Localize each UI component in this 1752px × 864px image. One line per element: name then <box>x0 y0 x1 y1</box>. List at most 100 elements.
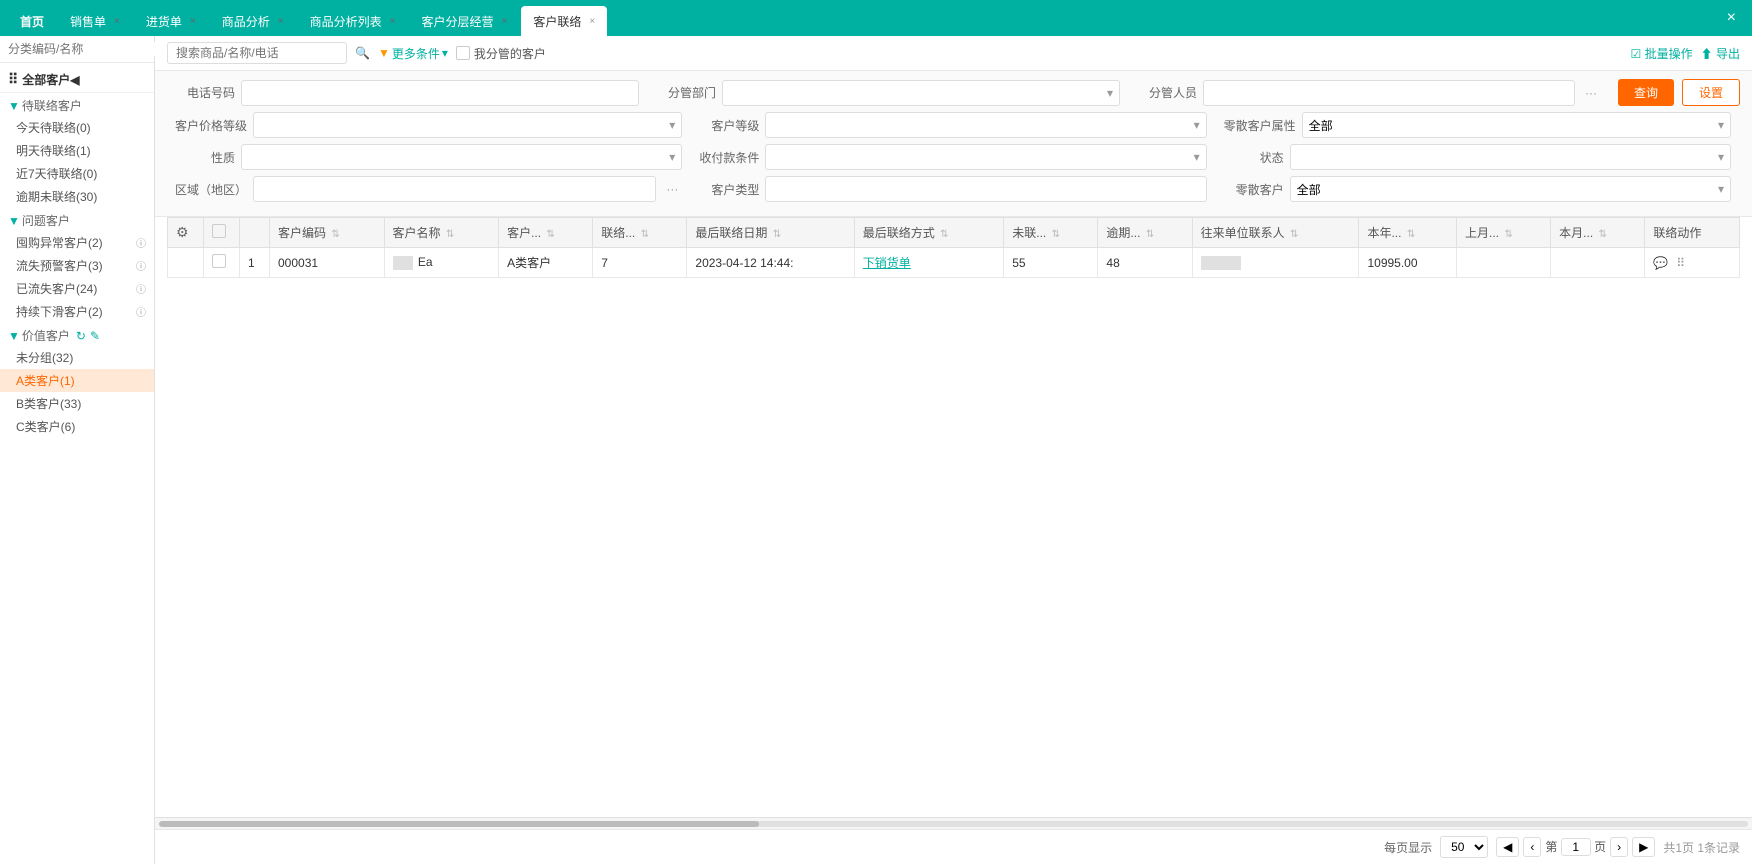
td-customer-type: A类客户 <box>499 248 593 278</box>
th-last-contact-date[interactable]: 最后联络日期 ⇅ <box>687 218 854 248</box>
th-customer-name[interactable]: 客户名称 ⇅ <box>384 218 499 248</box>
search-input[interactable] <box>167 42 347 64</box>
th-settings[interactable]: ⚙ <box>168 218 204 248</box>
filter-row-2: 客户价格等级 ▾ 客户等级 ▾ 零散客户属性 全部 <box>167 112 1740 138</box>
area-input[interactable] <box>253 176 656 202</box>
nav-sales-order[interactable]: 销售单 × <box>58 6 132 36</box>
sidebar-item-tomorrow-pending[interactable]: 明天待联络(1) <box>0 139 154 162</box>
area-dots-button[interactable]: ··· <box>662 182 682 196</box>
th-unit-contact[interactable]: 往来单位联系人 ⇅ <box>1192 218 1359 248</box>
sidebar-item-declining-customers[interactable]: 持续下滑客户(2) ⓘ <box>0 300 154 323</box>
export-button[interactable]: ⬆ 导出 <box>1701 45 1740 62</box>
status-select[interactable]: ▾ <box>1290 144 1731 170</box>
td-name: Ea <box>384 248 499 278</box>
close-sales-order[interactable]: × <box>114 16 120 27</box>
th-customer-type[interactable]: 客户... ⇅ <box>499 218 593 248</box>
phone-input[interactable] <box>241 80 639 106</box>
price-level-select[interactable]: ▾ <box>253 112 682 138</box>
sidebar-all-customers[interactable]: ⠿ 全部客户 ◀ <box>0 67 154 93</box>
prev-page-button[interactable]: ‹ <box>1523 837 1541 857</box>
td-last-contact-method[interactable]: 下销货单 <box>854 248 1003 278</box>
dept-select[interactable]: ▾ <box>722 80 1120 106</box>
refresh-icon[interactable]: ↻ <box>76 329 86 343</box>
manager-input[interactable] <box>1203 80 1575 106</box>
th-this-year[interactable]: 本年... ⇅ <box>1359 218 1457 248</box>
window-close-button[interactable]: × <box>1719 5 1744 31</box>
filter-area: 区域（地区） ··· <box>167 176 691 202</box>
grid-icon[interactable]: ⠿ <box>1676 256 1685 270</box>
search-button[interactable]: 🔍 <box>355 46 370 60</box>
nav-product-analysis-list[interactable]: 商品分析列表 × <box>298 6 408 36</box>
customer-level-select[interactable]: ▾ <box>765 112 1206 138</box>
main-layout: 🔍 ⠿ 全部客户 ◀ ▼ 待联络客户 今天待联络(0) 明天待联络(1) 近7天… <box>0 36 1752 864</box>
td-this-month <box>1551 248 1645 278</box>
payment-select[interactable]: ▾ <box>765 144 1206 170</box>
close-product-analysis[interactable]: × <box>278 16 284 27</box>
table-wrapper: ⚙ 客户编码 ⇅ 客户名称 ⇅ <box>155 217 1752 817</box>
sidebar-item-loss-warning[interactable]: 流失预警客户(3) ⓘ <box>0 254 154 277</box>
info-icon-3: ⓘ <box>136 304 146 319</box>
td-last-month <box>1457 248 1551 278</box>
customer-table: ⚙ 客户编码 ⇅ 客户名称 ⇅ <box>167 217 1740 278</box>
horizontal-scrollbar[interactable] <box>155 817 1752 829</box>
close-product-analysis-list[interactable]: × <box>390 16 396 27</box>
close-customer-segment[interactable]: × <box>501 16 507 27</box>
nav-home[interactable]: 首页 <box>8 6 56 36</box>
th-no-contact[interactable]: 未联... ⇅ <box>1004 218 1098 248</box>
my-customers-check[interactable] <box>456 46 470 60</box>
sidebar-item-unclassified[interactable]: 未分组(32) <box>0 346 154 369</box>
th-overdue[interactable]: 逾期... ⇅ <box>1098 218 1192 248</box>
td-code: 000031 <box>270 248 385 278</box>
sidebar-item-abnormal-stocking[interactable]: 囤购异常客户(2) ⓘ <box>0 231 154 254</box>
close-customer-contact[interactable]: × <box>589 16 595 27</box>
scroll-thumb[interactable] <box>159 821 759 827</box>
last-page-button[interactable]: ▶ <box>1632 837 1655 857</box>
nav-customer-segment[interactable]: 客户分层经营 × <box>409 6 519 36</box>
manager-dots-button[interactable]: ··· <box>1581 86 1601 100</box>
nature-select[interactable]: ▾ <box>241 144 682 170</box>
sidebar-item-c-customers[interactable]: C类客户(6) <box>0 415 154 438</box>
th-checkbox[interactable] <box>204 218 240 248</box>
retail-customer-select[interactable]: 全部 ▾ <box>1290 176 1731 202</box>
th-customer-code[interactable]: 客户编码 ⇅ <box>270 218 385 248</box>
td-index: 1 <box>240 248 270 278</box>
nav-purchase-order[interactable]: 进货单 × <box>134 6 208 36</box>
th-index <box>240 218 270 248</box>
sidebar-collapse-btn[interactable]: ◀ <box>70 73 79 87</box>
close-purchase-order[interactable]: × <box>190 16 196 27</box>
my-customers-checkbox[interactable]: 我分管的客户 <box>456 45 546 62</box>
chat-icon[interactable]: 💬 <box>1653 256 1668 270</box>
sidebar-item-7days-pending[interactable]: 近7天待联络(0) <box>0 162 154 185</box>
th-contact-count[interactable]: 联络... ⇅ <box>593 218 687 248</box>
group-pending-contact[interactable]: ▼ 待联络客户 <box>0 93 154 116</box>
sidebar-item-lost-customers[interactable]: 已流失客户(24) ⓘ <box>0 277 154 300</box>
info-icon-0: ⓘ <box>136 235 146 250</box>
th-last-contact-method[interactable]: 最后联络方式 ⇅ <box>854 218 1003 248</box>
settings-button[interactable]: 设置 <box>1682 79 1740 106</box>
td-checkbox-cell[interactable] <box>204 248 240 278</box>
page-number-input[interactable] <box>1561 838 1591 856</box>
group-value-customers[interactable]: ▼ 价值客户 ↻ ✎ <box>0 323 154 346</box>
sidebar-item-b-customers[interactable]: B类客户(33) <box>0 392 154 415</box>
query-button[interactable]: 查询 <box>1618 79 1674 106</box>
sidebar-item-a-customers[interactable]: A类客户(1) <box>0 369 154 392</box>
customer-type-input[interactable] <box>765 176 1206 202</box>
sidebar-item-today-pending[interactable]: 今天待联络(0) <box>0 116 154 139</box>
batch-action-button[interactable]: ☑ 批量操作 <box>1631 45 1693 62</box>
filter-manager: 分管人员 ··· <box>1129 80 1610 106</box>
edit-icon[interactable]: ✎ <box>90 329 100 343</box>
retail-attr-select[interactable]: 全部 ▾ <box>1302 112 1731 138</box>
filter-row-3: 性质 ▾ 收付款条件 ▾ 状态 <box>167 144 1740 170</box>
more-filter-button[interactable]: ▼ 更多条件 ▾ <box>378 45 448 62</box>
group-problem-customers[interactable]: ▼ 问题客户 <box>0 208 154 231</box>
category-search-input[interactable] <box>8 42 163 56</box>
next-page-button[interactable]: › <box>1610 837 1628 857</box>
nav-customer-contact[interactable]: 客户联络 × <box>521 6 607 36</box>
th-this-month[interactable]: 本月... ⇅ <box>1551 218 1645 248</box>
td-this-year: 10995.00 <box>1359 248 1457 278</box>
th-last-month[interactable]: 上月... ⇅ <box>1457 218 1551 248</box>
first-page-button[interactable]: ◀ <box>1496 837 1519 857</box>
sidebar-item-overdue-contact[interactable]: 逾期未联络(30) <box>0 185 154 208</box>
nav-product-analysis[interactable]: 商品分析 × <box>210 6 296 36</box>
page-size-select[interactable]: 50 <box>1440 836 1488 858</box>
